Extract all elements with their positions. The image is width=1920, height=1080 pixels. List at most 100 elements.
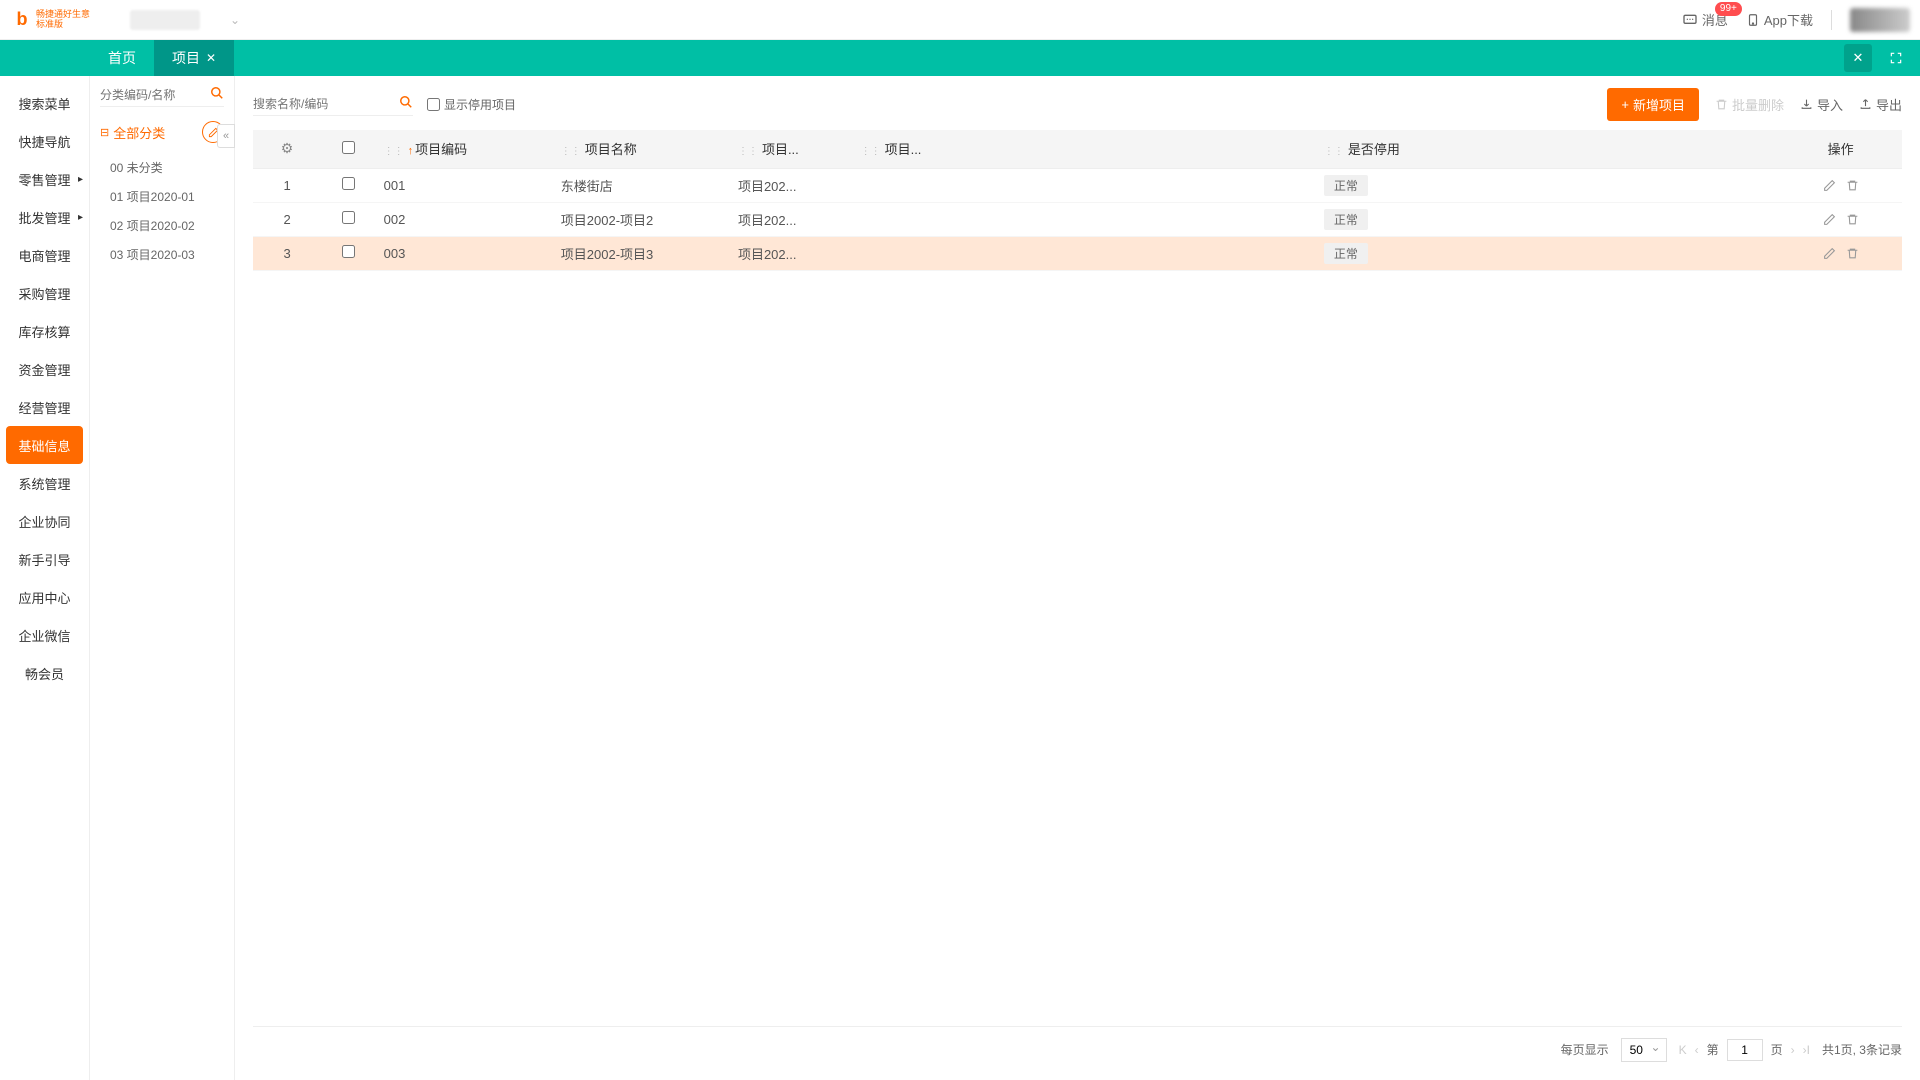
add-project-button[interactable]: + 新增项目 [1607, 88, 1699, 121]
col-category[interactable]: ⋮⋮项目... [730, 130, 853, 168]
sidebar-item-3[interactable]: 批发管理 ▸ [0, 198, 89, 236]
collapse-panel-button[interactable]: « [217, 124, 235, 148]
sidebar-item-13[interactable]: 应用中心 [0, 578, 89, 616]
sidebar-item-label: 零售管理 [18, 170, 70, 189]
cell-name: 项目2002-项目3 [553, 236, 730, 270]
category-item-3[interactable]: 03 项目2020-03 [90, 240, 234, 269]
batch-delete-label: 批量删除 [1732, 95, 1784, 114]
app-download-button[interactable]: App下载 [1746, 10, 1813, 29]
close-all-tabs-button[interactable]: ✕ [1844, 44, 1872, 72]
last-page-button[interactable]: ›I [1803, 1043, 1810, 1057]
table-row[interactable]: 1001东楼街店项目202...正常 [253, 168, 1902, 202]
import-icon [1800, 98, 1813, 111]
status-badge: 正常 [1324, 175, 1368, 196]
row-checkbox[interactable] [342, 177, 355, 190]
row-checkbox[interactable] [342, 245, 355, 258]
next-page-button[interactable]: › [1791, 1043, 1795, 1057]
category-panel: ⊟ 全部分类 00 未分类01 项目2020-0102 项目2020-0203 … [90, 76, 235, 1080]
cell-code: 002 [376, 202, 553, 236]
show-disabled-input[interactable] [427, 98, 440, 111]
first-page-button[interactable]: K [1679, 1043, 1687, 1057]
cell-name: 项目2002-项目2 [553, 202, 730, 236]
edit-row-button[interactable] [1823, 179, 1836, 192]
sidebar-item-label: 经营管理 [18, 398, 70, 417]
tab-0[interactable]: 首页 [90, 40, 154, 76]
edit-row-button[interactable] [1823, 213, 1836, 226]
category-root-label: 全部分类 [113, 123, 165, 142]
sidebar-item-8[interactable]: 经营管理 [0, 388, 89, 426]
sidebar-item-6[interactable]: 库存核算 [0, 312, 89, 350]
category-search-input[interactable] [100, 84, 224, 107]
export-button[interactable]: 导出 [1859, 95, 1902, 114]
sidebar-item-label: 企业协同 [18, 512, 70, 531]
delete-row-button[interactable] [1846, 247, 1859, 260]
sidebar-item-1[interactable]: 快捷导航 [0, 122, 89, 160]
table-row[interactable]: 3003项目2002-项目3项目202...正常 [253, 236, 1902, 270]
cell-category: 项目202... [730, 236, 853, 270]
chat-icon [1682, 12, 1698, 28]
sidebar-item-2[interactable]: 零售管理▸ [0, 160, 89, 198]
company-selector[interactable]: ⌄ [130, 10, 240, 30]
col-select-all[interactable] [321, 130, 376, 168]
sidebar-item-11[interactable]: 企业协同 [0, 502, 89, 540]
category-item-0[interactable]: 00 未分类 [90, 153, 234, 182]
cell-category: 项目202... [730, 168, 853, 202]
row-checkbox[interactable] [342, 211, 355, 224]
batch-delete-button[interactable]: 批量删除 [1715, 95, 1784, 114]
sidebar-item-0[interactable]: 搜索菜单 [0, 84, 89, 122]
sidebar-item-label: 新手引导 [18, 550, 70, 569]
messages-button[interactable]: 消息 99+ [1682, 10, 1728, 29]
sidebar-item-label: 批发管理 [18, 208, 70, 227]
sidebar-item-label: 系统管理 [18, 474, 70, 493]
tab-1[interactable]: 项目✕ [154, 40, 234, 76]
col-status[interactable]: ⋮⋮是否停用 [1316, 130, 1779, 168]
sidebar-item-5[interactable]: 采购管理 [0, 274, 89, 312]
sidebar-item-15[interactable]: 畅会员 [0, 654, 89, 692]
sidebar-item-label: 应用中心 [18, 588, 70, 607]
import-button[interactable]: 导入 [1800, 95, 1843, 114]
phone-icon [1746, 12, 1760, 28]
row-index: 3 [253, 236, 321, 270]
category-item-1[interactable]: 01 项目2020-01 [90, 182, 234, 211]
sidebar-item-14[interactable]: 企业微信 [0, 616, 89, 654]
fullscreen-button[interactable] [1882, 44, 1910, 72]
prev-page-button[interactable]: ‹ [1695, 1043, 1699, 1057]
gear-icon: ⚙ [281, 140, 294, 156]
sidebar-item-9[interactable]: 基础信息 [6, 426, 83, 464]
sidebar-item-4[interactable]: 电商管理 [0, 236, 89, 274]
import-label: 导入 [1817, 95, 1843, 114]
close-icon[interactable]: ✕ [206, 51, 216, 65]
delete-row-button[interactable] [1846, 179, 1859, 192]
sidebar-item-12[interactable]: 新手引导 [0, 540, 89, 578]
status-badge: 正常 [1324, 209, 1368, 230]
drag-handle-icon: ⋮⋮ [861, 146, 881, 157]
search-icon[interactable] [210, 86, 224, 100]
export-label: 导出 [1876, 95, 1902, 114]
logo-text-bottom: 标准版 [36, 20, 90, 30]
page-input[interactable] [1727, 1039, 1763, 1061]
category-item-2[interactable]: 02 项目2020-02 [90, 211, 234, 240]
user-avatar[interactable] [1850, 8, 1910, 32]
col-settings[interactable]: ⚙ [253, 130, 321, 168]
col-code[interactable]: ⋮⋮↑项目编码 [376, 130, 553, 168]
page-size-select[interactable]: 50 [1621, 1038, 1667, 1062]
caret-right-icon: ▸ [78, 212, 83, 223]
tab-bar: 首页项目✕ ✕ [0, 40, 1920, 76]
projects-table: ⚙ ⋮⋮↑项目编码 ⋮⋮项目名称 ⋮⋮项目... ⋮⋮项目... ⋮⋮是否停用 … [253, 130, 1902, 271]
search-icon[interactable] [399, 95, 413, 109]
delete-row-button[interactable] [1846, 213, 1859, 226]
select-all-checkbox[interactable] [342, 141, 355, 154]
search-input[interactable] [253, 93, 413, 116]
table-row[interactable]: 2002项目2002-项目2项目202...正常 [253, 202, 1902, 236]
expand-icon [1889, 51, 1903, 65]
col-fullcategory[interactable]: ⋮⋮项目... [853, 130, 1316, 168]
sort-asc-icon: ↑ [408, 145, 414, 157]
sidebar-item-7[interactable]: 资金管理 [0, 350, 89, 388]
chevron-down-icon: ⌄ [230, 13, 240, 27]
sidebar-item-10[interactable]: 系统管理 [0, 464, 89, 502]
col-name[interactable]: ⋮⋮项目名称 [553, 130, 730, 168]
show-disabled-checkbox[interactable]: 显示停用项目 [427, 96, 516, 113]
category-root[interactable]: ⊟ 全部分类 [90, 117, 234, 153]
pagination: 每页显示 50 K ‹ 第 页 › ›I [253, 1026, 1902, 1072]
edit-row-button[interactable] [1823, 247, 1836, 260]
